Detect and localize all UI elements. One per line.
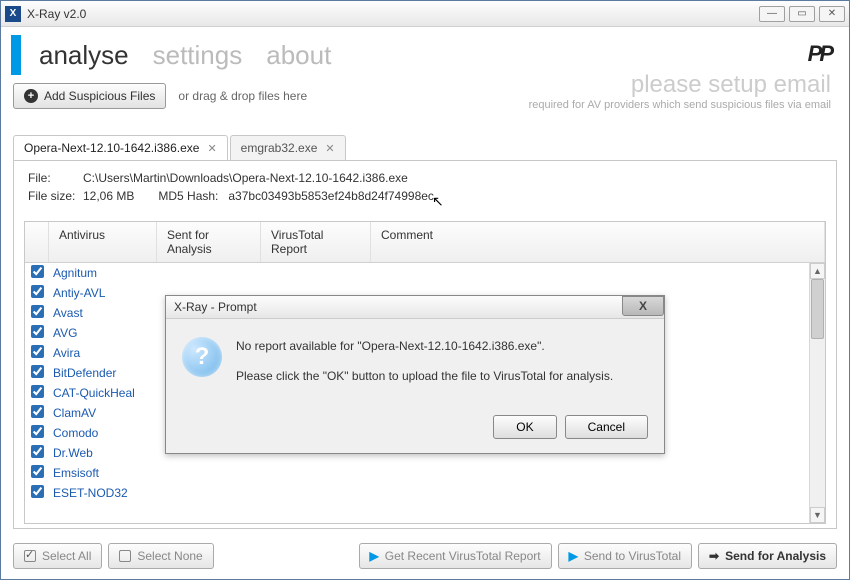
antivirus-name: Avira — [49, 346, 80, 360]
table-row[interactable]: Agnitum — [25, 263, 809, 283]
ok-button[interactable]: OK — [493, 415, 556, 439]
titlebar: X X-Ray v2.0 — ▭ ✕ — [1, 1, 849, 27]
close-icon[interactable]: ✕ — [207, 142, 216, 155]
setup-email-label[interactable]: please setup email — [529, 71, 831, 99]
table-body: X-Ray - Prompt X ? No report available f… — [25, 263, 809, 523]
content-panel: ↖ File: C:\Users\Martin\Downloads\Opera-… — [13, 160, 837, 529]
col-checkbox — [25, 222, 49, 262]
accent-bar — [11, 35, 21, 75]
file-info: File: C:\Users\Martin\Downloads\Opera-Ne… — [14, 161, 836, 217]
antivirus-name: Antiy-AVL — [49, 286, 105, 300]
add-button-label: Add Suspicious Files — [44, 89, 155, 103]
close-icon[interactable]: ✕ — [325, 142, 334, 155]
file-path: C:\Users\Martin\Downloads\Opera-Next-12.… — [83, 171, 408, 185]
prompt-dialog: X-Ray - Prompt X ? No report available f… — [165, 295, 665, 454]
send-to-virustotal-button[interactable]: ▶ Send to VirusTotal — [558, 543, 692, 569]
setup-email-sub: required for AV providers which send sus… — [529, 99, 831, 111]
row-checkbox[interactable] — [25, 465, 49, 481]
select-all-button[interactable]: Select All — [13, 543, 102, 569]
file-label: File: — [28, 171, 83, 185]
file-tab-label: emgrab32.exe — [241, 141, 318, 155]
table-row[interactable]: Emsisoft — [25, 463, 809, 483]
dialog-close-button[interactable]: X — [622, 296, 664, 316]
window-title: X-Ray v2.0 — [27, 7, 759, 21]
dialog-title: X-Ray - Prompt — [174, 300, 257, 314]
main-tabs: analyse settings about PP — [1, 27, 849, 77]
dialog-titlebar: X-Ray - Prompt X — [166, 296, 664, 319]
col-antivirus[interactable]: Antivirus — [49, 222, 157, 262]
filesize-label: File size: — [28, 189, 83, 203]
antivirus-table: Antivirus Sent for Analysis VirusTotal R… — [24, 221, 826, 524]
row-checkbox[interactable] — [25, 385, 49, 401]
minimize-button[interactable]: — — [759, 6, 785, 22]
row-checkbox[interactable] — [25, 285, 49, 301]
row-checkbox[interactable] — [25, 305, 49, 321]
row-checkbox[interactable] — [25, 325, 49, 341]
app-icon: X — [5, 6, 21, 22]
file-tab-label: Opera-Next-12.10-1642.i386.exe — [24, 141, 199, 155]
file-tab-0[interactable]: Opera-Next-12.10-1642.i386.exe ✕ — [13, 135, 228, 160]
row-checkbox[interactable] — [25, 425, 49, 441]
row-checkbox[interactable] — [25, 365, 49, 381]
footer: Select All Select None ▶ Get Recent Viru… — [1, 537, 849, 579]
add-suspicious-files-button[interactable]: + Add Suspicious Files — [13, 83, 166, 109]
checkbox-icon — [119, 550, 131, 562]
antivirus-name: Comodo — [49, 426, 98, 440]
send-for-analysis-button[interactable]: ➡ Send for Analysis — [698, 543, 837, 569]
arrow-icon: ➡ — [709, 549, 719, 563]
dialog-text: No report available for "Opera-Next-12.1… — [236, 337, 613, 397]
scrollbar[interactable]: ▲ ▼ — [809, 263, 825, 523]
file-tabs: Opera-Next-12.10-1642.i386.exe ✕ emgrab3… — [13, 135, 837, 160]
arrow-icon: ▶ — [370, 549, 379, 563]
setup-email-block: please setup email required for AV provi… — [529, 71, 831, 111]
toolbar: + Add Suspicious Files or drag & drop fi… — [1, 77, 849, 115]
row-checkbox[interactable] — [25, 265, 49, 281]
filesize-value: 12,06 MB — [83, 189, 134, 203]
tab-about[interactable]: about — [254, 40, 343, 71]
col-comment[interactable]: Comment — [371, 222, 825, 262]
antivirus-name: Emsisoft — [49, 466, 99, 480]
row-checkbox[interactable] — [25, 405, 49, 421]
checkbox-icon — [24, 550, 36, 562]
main-window: X X-Ray v2.0 — ▭ ✕ analyse settings abou… — [0, 0, 850, 580]
maximize-button[interactable]: ▭ — [789, 6, 815, 22]
select-none-button[interactable]: Select None — [108, 543, 213, 569]
arrow-icon: ▶ — [569, 549, 578, 563]
table-row[interactable]: ESET-NOD32 — [25, 483, 809, 503]
scroll-up-button[interactable]: ▲ — [810, 263, 825, 279]
md5-value: a37bc03493b5853ef24b8d24f74998ec — [228, 189, 434, 203]
file-tab-1[interactable]: emgrab32.exe ✕ — [230, 135, 346, 160]
antivirus-name: AVG — [49, 326, 77, 340]
tab-analyse[interactable]: analyse — [27, 40, 141, 71]
antivirus-name: Avast — [49, 306, 83, 320]
tab-settings[interactable]: settings — [141, 40, 255, 71]
paypal-icon[interactable]: PP — [808, 41, 831, 67]
row-checkbox[interactable] — [25, 445, 49, 461]
antivirus-name: BitDefender — [49, 366, 116, 380]
drag-drop-hint: or drag & drop files here — [178, 89, 307, 103]
cancel-button[interactable]: Cancel — [565, 415, 648, 439]
antivirus-name: ClamAV — [49, 406, 96, 420]
row-checkbox[interactable] — [25, 345, 49, 361]
row-checkbox[interactable] — [25, 485, 49, 501]
col-sent[interactable]: Sent for Analysis — [157, 222, 261, 262]
question-icon: ? — [182, 337, 222, 377]
close-button[interactable]: ✕ — [819, 6, 845, 22]
scroll-down-button[interactable]: ▼ — [810, 507, 825, 523]
get-virustotal-report-button[interactable]: ▶ Get Recent VirusTotal Report — [359, 543, 552, 569]
plus-icon: + — [24, 89, 38, 103]
dialog-line1: No report available for "Opera-Next-12.1… — [236, 337, 613, 355]
col-virustotal[interactable]: VirusTotal Report — [261, 222, 371, 262]
scroll-thumb[interactable] — [811, 279, 824, 339]
antivirus-name: Agnitum — [49, 266, 97, 280]
dialog-line2: Please click the "OK" button to upload t… — [236, 367, 613, 385]
table-header: Antivirus Sent for Analysis VirusTotal R… — [25, 222, 825, 263]
antivirus-name: Dr.Web — [49, 446, 93, 460]
md5-label: MD5 Hash: — [158, 189, 228, 203]
antivirus-name: CAT-QuickHeal — [49, 386, 135, 400]
antivirus-name: ESET-NOD32 — [49, 486, 128, 500]
